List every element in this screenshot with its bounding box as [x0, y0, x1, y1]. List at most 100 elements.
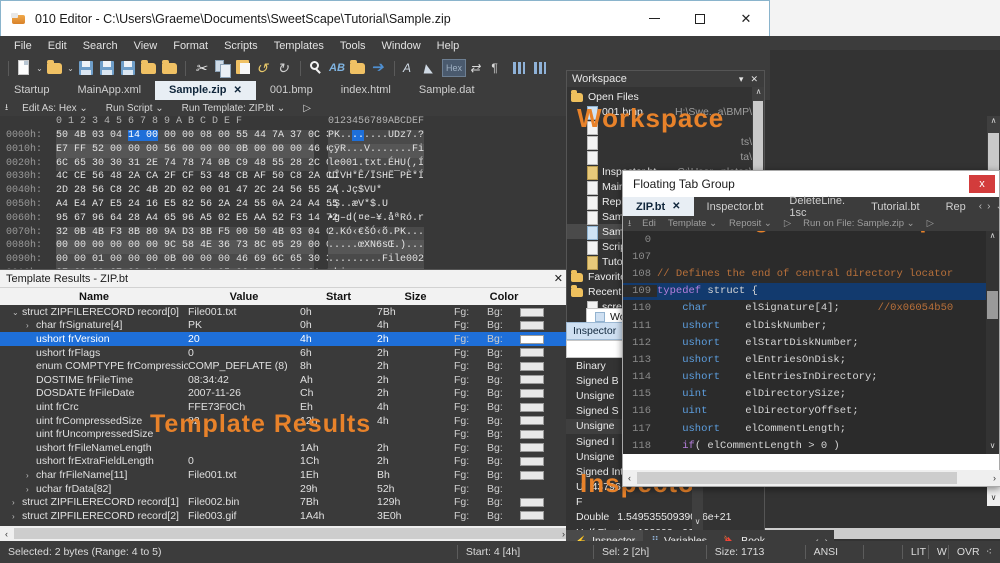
expand-icon[interactable]: › — [12, 512, 22, 521]
cell-bg-label[interactable]: Bg: — [487, 442, 520, 454]
scroll-down-icon[interactable]: ∨ — [692, 517, 703, 530]
cell-fg-label[interactable]: Fg: — [454, 415, 487, 427]
minimize-button[interactable] — [631, 1, 677, 37]
code-line[interactable]: 112 ushort elStartDiskNumber; — [623, 334, 999, 351]
color-swatch[interactable] — [520, 387, 544, 399]
status-lit[interactable]: LIT — [902, 545, 928, 559]
cell-fg-label[interactable]: Fg: — [454, 319, 487, 331]
cell-bg-label[interactable]: Bg: — [487, 319, 520, 331]
color-swatch[interactable] — [520, 496, 544, 508]
table-row[interactable]: enum COMPTYPE frCompressionCOMP_DEFLATE … — [0, 359, 570, 373]
template-results-rows[interactable]: ⌄struct ZIPFILERECORD record[0]File001.t… — [0, 305, 570, 523]
file-tab-001-bmp[interactable]: 001.bmp — [256, 81, 327, 100]
table-row[interactable]: uint frCrcFFE73F0ChEh4hFg:Bg: — [0, 400, 570, 414]
ftg-tab-rep[interactable]: Rep — [933, 197, 979, 216]
cell-bg-label[interactable]: Bg: — [487, 387, 520, 399]
cell-bg-label[interactable]: Bg: — [487, 360, 520, 372]
hex-row[interactable]: 0030h:4C CE 56 48 2A CA 2F CF 53 48 CB A… — [0, 171, 570, 185]
hex-row[interactable]: 0040h:2D 28 56 C8 2C 4B 2D 02 00 01 47 2… — [0, 185, 570, 199]
ftg-repository-dropdown[interactable]: Reposit ⌄ — [723, 218, 778, 229]
color-swatch[interactable] — [520, 469, 544, 481]
cell-bg-label[interactable]: Bg: — [487, 347, 520, 359]
run-script-dropdown[interactable]: Run Script ⌄ — [97, 103, 173, 114]
wrap-icon[interactable]: ⇄ — [467, 58, 487, 78]
code-line[interactable]: 108// Defines the end of central directo… — [623, 265, 999, 282]
code-line[interactable]: 118 if( elCommentLength > 0 ) — [623, 437, 999, 454]
menu-view[interactable]: View — [126, 38, 166, 54]
status-w[interactable]: W — [928, 545, 948, 559]
close-icon[interactable]: ✕ — [750, 74, 758, 85]
hex-ascii[interactable]: le001.txt.ÉHU(,Í — [328, 158, 424, 172]
resize-grip-icon[interactable]: ⁖ — [978, 545, 1000, 559]
hex-ascii[interactable]: .....œXN6sŒ.)... — [328, 240, 424, 254]
save-as-icon[interactable] — [97, 58, 117, 78]
expand-icon[interactable]: › — [26, 485, 36, 494]
status-ovr[interactable]: OVR — [948, 545, 978, 559]
ftg-tab-tutorial-bt[interactable]: Tutorial.bt — [858, 197, 933, 216]
color-swatch[interactable] — [520, 401, 544, 413]
cell-bg-label[interactable]: Bg: — [487, 306, 520, 318]
menu-window[interactable]: Window — [374, 38, 429, 54]
table-row[interactable]: ›char frSignature[4]PK0h4hFg:Bg: — [0, 319, 570, 333]
color-swatch[interactable] — [520, 415, 544, 427]
chevron-down-icon[interactable]: ▾ — [739, 74, 744, 85]
table-row[interactable]: ›struct ZIPFILERECORD record[1]File002.b… — [0, 495, 570, 509]
color-swatch[interactable] — [520, 347, 544, 359]
pin-icon[interactable]: ⭳ — [623, 216, 636, 232]
code-line[interactable]: 111 ushort elDiskNumber; — [623, 317, 999, 334]
scroll-down-icon[interactable]: ∨ — [988, 493, 999, 506]
color-swatch[interactable] — [520, 455, 544, 467]
column-header-value[interactable]: Value — [188, 291, 300, 303]
table-row[interactable]: ›uchar frData[82]29h52hFg:Bg: — [0, 482, 570, 496]
inspector-row[interactable]: F — [566, 495, 711, 510]
menu-search[interactable]: Search — [75, 38, 126, 54]
new-file-dropdown-icon[interactable]: ⌄ — [35, 64, 44, 73]
color-swatch[interactable] — [520, 306, 544, 318]
ftg-tab-inspector-bt[interactable]: Inspector.bt — [694, 197, 777, 216]
highlight-icon[interactable]: ◣ — [421, 58, 441, 78]
hex-ascii[interactable]: -(.Jç$VU* — [328, 185, 382, 199]
code-line[interactable]: 110 char elSignature[4]; //0x06054b50 — [623, 300, 999, 317]
cell-fg-label[interactable]: Fg: — [454, 387, 487, 399]
cell-fg-label[interactable]: Fg: — [454, 374, 487, 386]
ftg-template-dropdown[interactable]: Template ⌄ — [662, 218, 723, 229]
inspector-value[interactable]: 43796 — [592, 481, 621, 493]
code-lines[interactable]: 0107108// Defines the end of central dir… — [623, 231, 999, 454]
cell-bg-label[interactable]: Bg: — [487, 428, 520, 440]
column-header-name[interactable]: Name — [0, 291, 188, 303]
template-hscroll-thumb[interactable] — [14, 528, 1000, 539]
code-scrollbar-horizontal[interactable]: ‹ › — [623, 470, 1000, 486]
cell-fg-label[interactable]: Fg: — [454, 469, 487, 481]
list-item[interactable]: ts\ — [567, 134, 764, 149]
column-header-size[interactable]: Size — [377, 291, 454, 303]
menu-format[interactable]: Format — [165, 38, 216, 54]
ftg-play-icon[interactable]: ▷ — [778, 218, 797, 229]
color-swatch[interactable] — [520, 333, 544, 345]
hex-scrollbar-thumb[interactable] — [988, 133, 999, 171]
scroll-left-icon[interactable]: ‹ — [0, 526, 13, 541]
cell-bg-label[interactable]: Bg: — [487, 374, 520, 386]
hex-selected-bytes[interactable]: 14 00 — [128, 130, 158, 141]
cell-bg-label[interactable]: Bg: — [487, 401, 520, 413]
cell-fg-label[interactable]: Fg: — [454, 347, 487, 359]
menu-edit[interactable]: Edit — [40, 38, 75, 54]
close-icon[interactable]: x — [969, 175, 995, 193]
run-template-dropdown[interactable]: Run Template: ZIP.bt ⌄ — [173, 103, 295, 114]
hex-bytes[interactable]: A4 E4 A7 E5 24 16 E5 82 56 2A 24 55 0A 2… — [56, 199, 314, 213]
open-folder-icon[interactable] — [139, 58, 159, 78]
hex-bytes[interactable]: 00 00 00 00 00 00 9C 58 4E 36 73 8C 05 2… — [56, 240, 314, 254]
hex-row[interactable]: 0020h:6C 65 30 30 31 2E 74 78 74 0B C9 4… — [0, 158, 570, 172]
hex-bytes[interactable]: 4C CE 56 48 2A CA 2F CF 53 48 CB AF 50 C… — [56, 171, 314, 185]
hex-ascii[interactable]: •g–d(¤e–¥.åªRó.r — [328, 213, 424, 227]
table-row[interactable]: DOSTIME frFileTime08:34:42Ah2hFg:Bg: — [0, 373, 570, 387]
table-row[interactable]: ›struct ZIPFILERECORD record[2]File003.g… — [0, 509, 570, 523]
run-play-icon[interactable]: ▷ — [294, 103, 320, 114]
hex-bytes[interactable]: E7 FF 52 00 00 00 56 00 00 00 0B 00 00 0… — [56, 144, 314, 158]
hex-row[interactable]: 0060h:95 67 96 64 28 A4 65 96 A5 02 E5 A… — [0, 213, 570, 227]
hex-bytes[interactable]: 6C 65 30 30 31 2E 74 78 74 0B C9 48 55 2… — [56, 158, 314, 172]
code-line[interactable]: 117 ushort elCommentLength; — [623, 420, 999, 437]
code-line[interactable]: 116 uint elDirectoryOffset; — [623, 403, 999, 420]
chevron-down-icon[interactable]: ⌄ — [995, 201, 1000, 212]
cell-fg-label[interactable]: Fg: — [454, 401, 487, 413]
color-swatch[interactable] — [520, 510, 544, 522]
